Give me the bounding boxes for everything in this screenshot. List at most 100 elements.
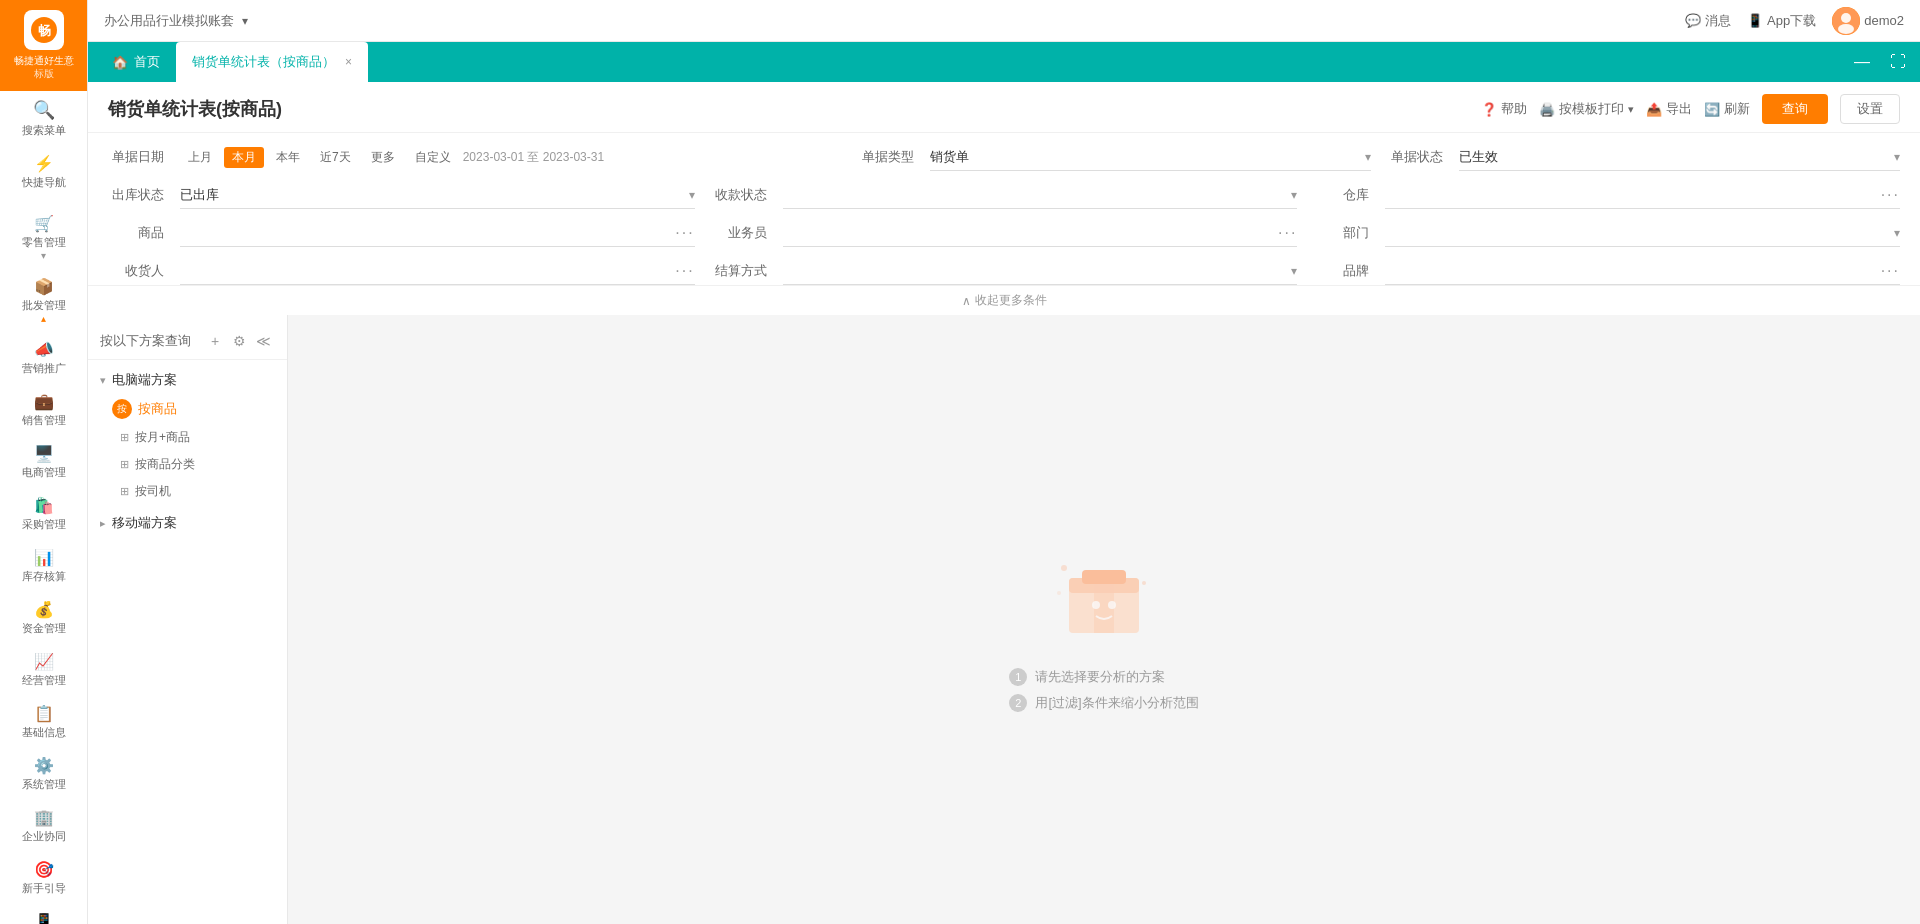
consignee-control[interactable]: ··· (180, 257, 695, 285)
sidebar-item-guide[interactable]: 🎯 新手引导 (0, 852, 87, 904)
help-button[interactable]: ❓ 帮助 (1481, 100, 1527, 118)
tab-close-button[interactable]: × (345, 55, 352, 69)
date-more-btn[interactable]: 更多 (363, 147, 403, 168)
settings-button[interactable]: 设置 (1840, 94, 1900, 124)
payment-status-control[interactable]: ▾ (783, 181, 1298, 209)
tab-maximize-button[interactable]: ⛶ (1884, 48, 1912, 76)
home-icon: 🏠 (112, 55, 128, 70)
date-7days-btn[interactable]: 近7天 (312, 147, 359, 168)
tab-minimize-button[interactable]: — (1848, 48, 1876, 76)
tree-mobile-group[interactable]: ▸ 移动端方案 (88, 509, 287, 537)
dept-control[interactable]: ▾ (1385, 219, 1900, 247)
payment-method-control[interactable]: ▾ (783, 257, 1298, 285)
sidebar-item-inventory[interactable]: 📊 库存核算 (0, 540, 87, 592)
app-download-button[interactable]: 📱 App下载 (1747, 12, 1816, 30)
panel-add-button[interactable]: + (203, 329, 227, 353)
tree-pc-group[interactable]: ▾ 电脑端方案 (88, 366, 287, 394)
retail-label: 零售管理 (22, 235, 66, 250)
tree-sub-item-0[interactable]: ⊞ 按月+商品 (88, 424, 287, 451)
tab-active[interactable]: 销货单统计表（按商品） × (176, 42, 368, 82)
query-button[interactable]: 查询 (1762, 94, 1828, 124)
wholesale-icon: 📦 (34, 277, 54, 296)
guide-label: 新手引导 (22, 881, 66, 896)
system-label: 系统管理 (22, 777, 66, 792)
tree-item-by-goods[interactable]: 按 按商品 (88, 394, 287, 424)
goods-control[interactable]: ··· (180, 219, 695, 247)
warehouse-control[interactable]: ··· (1385, 181, 1900, 209)
refresh-button[interactable]: 🔄 刷新 (1704, 100, 1750, 118)
topbar-right: 💬 消息 📱 App下载 demo2 (1685, 7, 1904, 35)
filter-row-4: 收货人 ··· 结算方式 ▾ 品牌 ··· (108, 257, 1900, 285)
export-button[interactable]: 📤 导出 (1646, 100, 1692, 118)
message-button[interactable]: 💬 消息 (1685, 12, 1731, 30)
sidebar-item-finance[interactable]: 💰 资金管理 (0, 592, 87, 644)
user-profile[interactable]: demo2 (1832, 7, 1904, 35)
panel-settings-icon: ⚙ (233, 333, 246, 349)
date-range-value: 2023-03-01 至 2023-03-31 (463, 149, 604, 166)
salesperson-control[interactable]: ··· (783, 219, 1298, 247)
mobile-group-expand-icon: ▸ (100, 517, 106, 530)
quick-nav-icon: ⚡ (34, 154, 54, 173)
date-last-month-btn[interactable]: 上月 (180, 147, 220, 168)
search-icon: 🔍 (33, 99, 55, 121)
main-filter-area: 单据日期 上月 本月 本年 近7天 更多 自定义 2023-03-01 至 20… (88, 133, 1920, 285)
finance-icon: 💰 (34, 600, 54, 619)
retail-arrow: ▾ (41, 250, 46, 261)
tree-sub-item-2[interactable]: ⊞ 按司机 (88, 478, 287, 505)
page-content: 销货单统计表(按商品) ❓ 帮助 🖨️ 按模板打印 ▾ 📤 导出 🔄 刷新 (88, 82, 1920, 924)
tree-sub-item-1[interactable]: ⊞ 按商品分类 (88, 451, 287, 478)
svg-text:畅: 畅 (37, 23, 50, 38)
sidebar-item-quick-nav[interactable]: ⚡ 快捷导航 (0, 146, 87, 198)
ecommerce-label: 电商管理 (22, 465, 66, 480)
ship-status-control[interactable]: 已出库 ▾ (180, 181, 695, 209)
doc-status-control[interactable]: 已生效 ▾ (1459, 143, 1900, 171)
sidebar-item-appcenter[interactable]: 📱 应用中心 (0, 904, 87, 924)
date-custom-btn[interactable]: 自定义 (407, 147, 459, 168)
help-label: 帮助 (1501, 100, 1527, 118)
dept-dropdown-icon: ▾ (1894, 226, 1900, 240)
enterprise-icon: 🏢 (34, 808, 54, 827)
logo-text: 畅捷通好生意 (14, 54, 74, 67)
filter-section: 单据日期 上月 本月 本年 近7天 更多 自定义 2023-03-01 至 20… (88, 133, 1920, 315)
salesperson-dots: ··· (1278, 224, 1297, 242)
sidebar-item-system[interactable]: ⚙️ 系统管理 (0, 748, 87, 800)
date-this-month-btn[interactable]: 本月 (224, 147, 264, 168)
workspace-dropdown[interactable]: ▾ (242, 14, 248, 28)
empty-steps: 1 请先选择要分析的方案 2 用[过滤]条件来缩小分析范围 (1009, 668, 1198, 712)
sidebar-item-sales[interactable]: 💼 销售管理 (0, 384, 87, 436)
sidebar-item-basics[interactable]: 📋 基础信息 (0, 696, 87, 748)
workspace-title: 办公用品行业模拟账套 (104, 12, 234, 30)
sidebar-item-wholesale[interactable]: 📦 批发管理 ▴ (0, 269, 87, 332)
panel-collapse-button[interactable]: ≪ (251, 329, 275, 353)
sidebar-item-ecommerce[interactable]: 🖥️ 电商管理 (0, 436, 87, 488)
date-this-year-btn[interactable]: 本年 (268, 147, 308, 168)
sidebar-item-enterprise[interactable]: 🏢 企业协同 (0, 800, 87, 852)
doc-type-control[interactable]: 销货单 ▾ (930, 143, 1371, 171)
warehouse-dots: ··· (1881, 186, 1900, 204)
wholesale-label: 批发管理 (22, 298, 66, 313)
brand-control[interactable]: ··· (1385, 257, 1900, 285)
sidebar-item-retail[interactable]: 🛒 零售管理 ▾ (0, 206, 87, 269)
print-button[interactable]: 🖨️ 按模板打印 ▾ (1539, 100, 1634, 118)
wholesale-arrow: ▴ (41, 313, 46, 324)
panel-settings-button[interactable]: ⚙ (227, 329, 251, 353)
sidebar-item-operations[interactable]: 📈 经营管理 (0, 644, 87, 696)
home-tab-label: 首页 (134, 53, 160, 71)
sidebar-item-purchase[interactable]: 🛍️ 采购管理 (0, 488, 87, 540)
doc-status-dropdown-icon: ▾ (1894, 150, 1900, 164)
svg-point-3 (1841, 13, 1851, 23)
sales-label: 销售管理 (22, 413, 66, 428)
sidebar-item-marketing[interactable]: 📣 营销推广 (0, 332, 87, 384)
goods-dots: ··· (675, 224, 694, 242)
sidebar-logo[interactable]: 畅 畅捷通好生意 标版 (0, 0, 88, 91)
ship-status-value: 已出库 (180, 186, 219, 204)
sidebar-search[interactable]: 🔍 搜索菜单 (0, 91, 87, 146)
operations-label: 经营管理 (22, 673, 66, 688)
collapse-bar[interactable]: ∧ 收起更多条件 (88, 285, 1920, 315)
doc-type-dropdown-icon: ▾ (1365, 150, 1371, 164)
goods-label: 商品 (108, 224, 164, 242)
basics-icon: 📋 (34, 704, 54, 723)
tab-home[interactable]: 🏠 首页 (96, 42, 176, 82)
help-icon: ❓ (1481, 102, 1497, 117)
sub-item-2-label: 按司机 (135, 483, 171, 500)
